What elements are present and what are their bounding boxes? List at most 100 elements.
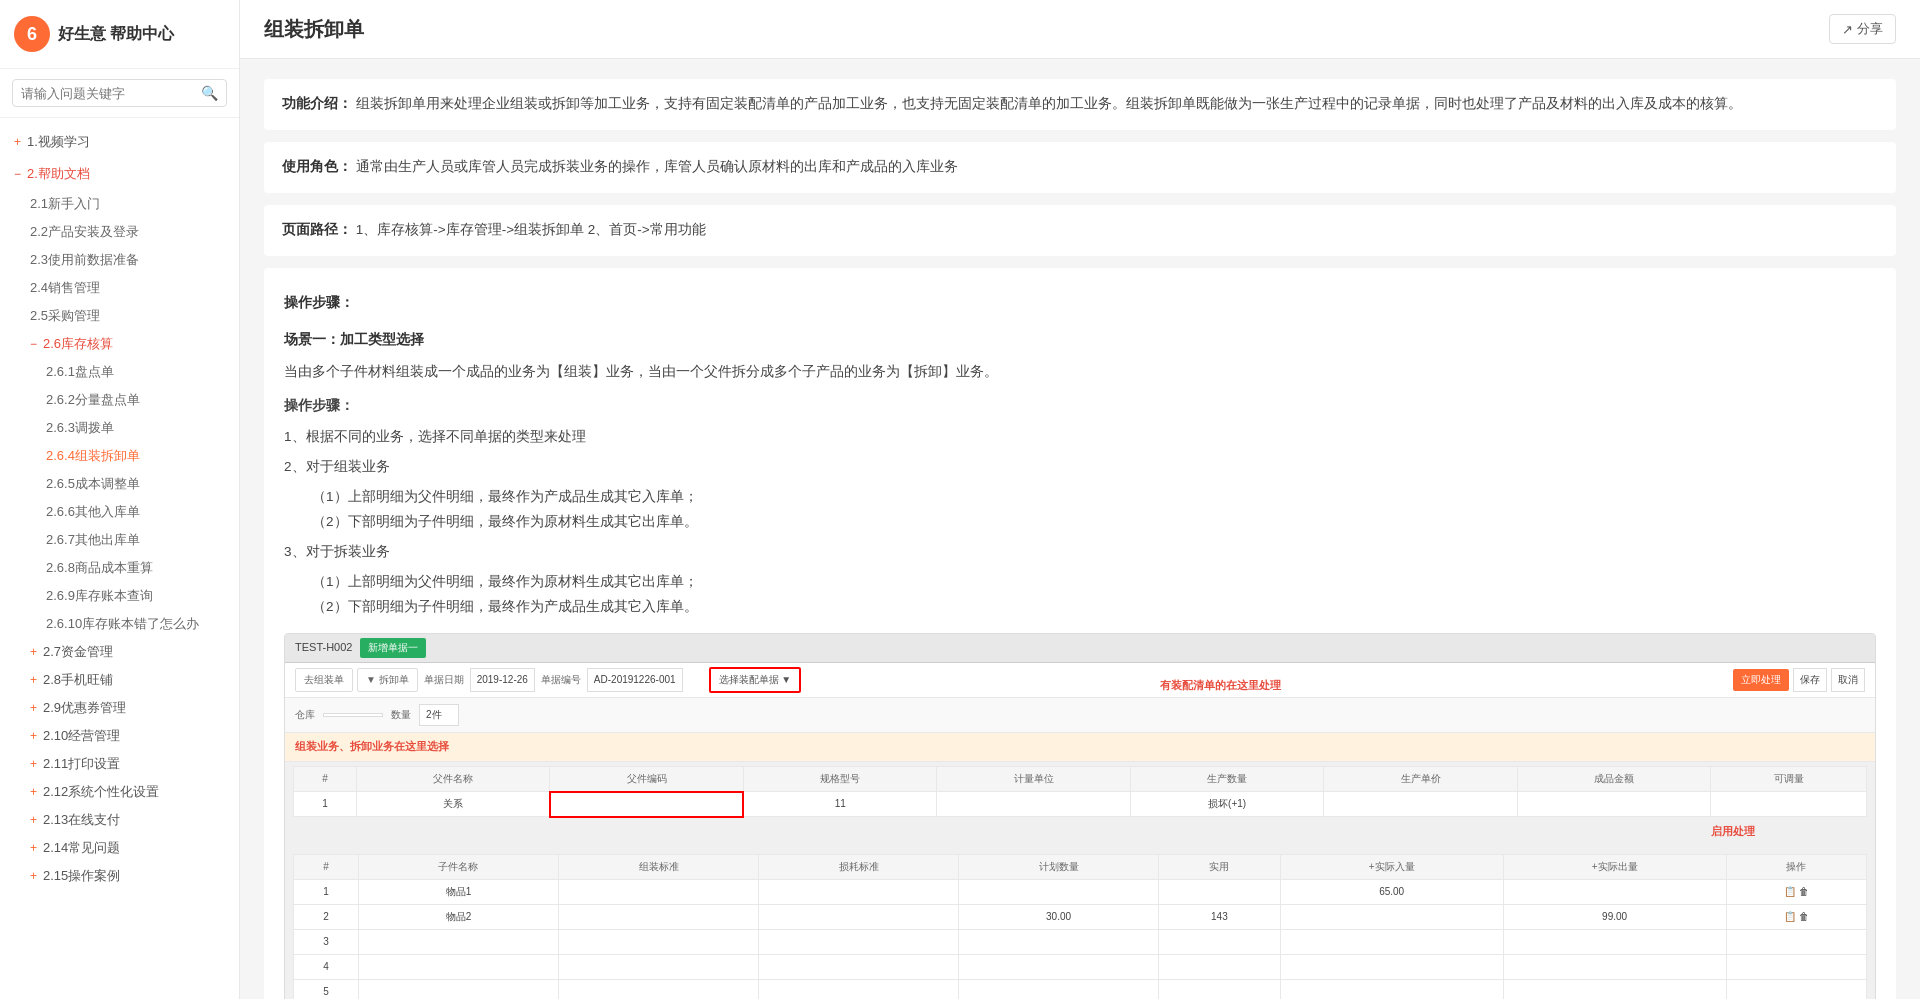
sidebar-item-wrong[interactable]: 2.6.10库存账本错了怎么办 xyxy=(32,610,239,638)
sidebar-item-mobile[interactable]: + 2.8手机旺铺 xyxy=(16,666,239,694)
screenshot-new-btn: 新增单据一 xyxy=(360,638,426,658)
sidebar-item-data[interactable]: 2.3使用前数据准备 xyxy=(16,246,239,274)
step-3-sub1: （1）上部明细为父件明细，最终作为原材料生成其它出库单； xyxy=(312,570,1876,594)
cancel-screenshot: 取消 xyxy=(1831,668,1865,692)
sidebar-item-stocktake[interactable]: 2.6.1盘点单 xyxy=(32,358,239,386)
col-amount: 成品金额 xyxy=(1517,766,1711,792)
main-header: 组装拆卸单 ↗ 分享 xyxy=(240,0,1920,59)
billno-value-screenshot: AD-20191226-001 xyxy=(587,668,683,692)
sidebar-item-sales[interactable]: 2.4销售管理 xyxy=(16,274,239,302)
sidebar-item-purchase[interactable]: 2.5采购管理 xyxy=(16,302,239,330)
step-2-sub1: （1）上部明细为父件明细，最终作为产成品生成其它入库单； xyxy=(312,485,1876,509)
search-area: 🔍 xyxy=(0,69,239,118)
col-parent-name: 父件名称 xyxy=(356,766,550,792)
btn-extra: ▼ 拆卸单 xyxy=(357,668,418,692)
col-avail: 可调量 xyxy=(1711,766,1867,792)
sidebar-item-split[interactable]: 2.6.2分量盘点单 xyxy=(32,386,239,414)
sidebar-item-online[interactable]: + 2.13在线支付 xyxy=(16,806,239,834)
logo-area: 6 好生意 帮助中心 xyxy=(0,0,239,69)
content-area: 功能介绍： 组装拆卸单用来处理企业组装或拆卸等加工业务，支持有固定装配清单的产品… xyxy=(240,59,1920,999)
plus-icon-faq: + xyxy=(30,841,37,855)
page-title: 组装拆卸单 xyxy=(264,16,364,43)
logo-icon: 6 xyxy=(14,16,50,52)
intro-text: 组装拆卸单用来处理企业组装或拆卸等加工业务，支持有固定装配清单的产品加工业务，也… xyxy=(356,96,1742,111)
sub-field1: 仓库 xyxy=(295,706,315,724)
minus-icon: − xyxy=(14,167,21,181)
sub-field2: 数量 xyxy=(391,706,411,724)
step-list: 1、根据不同的业务，选择不同单据的类型来处理 2、对于组装业务 （1）上部明细为… xyxy=(284,425,1876,619)
highlighted-cell xyxy=(550,792,744,817)
sidebar-item-assembly[interactable]: 2.6.4组装拆卸单 xyxy=(32,442,239,470)
col-spec: 规格型号 xyxy=(743,766,937,792)
step-2-sub2: （2）下部明细为子件明细，最终作为原材料生成其它出库单。 xyxy=(312,510,1876,534)
path-label: 页面路径： xyxy=(282,222,352,237)
search-input[interactable] xyxy=(21,86,201,101)
intro-card: 功能介绍： 组装拆卸单用来处理企业组装或拆卸等加工业务，支持有固定装配清单的产品… xyxy=(264,79,1896,130)
bottom-table: # 子件名称 组装标准 损耗标准 计划数量 实用 +实际入量 +实际出量 操作 xyxy=(293,854,1867,999)
sidebar-item-faq[interactable]: + 2.14常见问题 xyxy=(16,834,239,862)
col-parent-code: 父件编码 xyxy=(550,766,744,792)
col-unit: 计量单位 xyxy=(937,766,1131,792)
annotation-area: 启用处理 xyxy=(285,822,1875,852)
sidebar-item-inventory[interactable]: − 2.6库存核算 xyxy=(16,330,239,358)
minus-icon-inventory: − xyxy=(30,337,37,351)
sidebar-item-docs-label[interactable]: − 2.帮助文档 xyxy=(0,158,239,190)
date-label-screenshot: 单据日期 xyxy=(424,671,464,689)
bottom-row-1: 1物品165.00📋 🗑 xyxy=(294,879,1867,904)
share-icon: ↗ xyxy=(1842,22,1853,37)
sidebar-item-finance[interactable]: + 2.7资金管理 xyxy=(16,638,239,666)
annotation-ops: 组装业务、拆卸业务在这里选择 xyxy=(295,737,449,757)
save-screenshot: 保存 xyxy=(1793,668,1827,692)
sidebar-item-print[interactable]: + 2.11打印设置 xyxy=(16,750,239,778)
role-text: 通常由生产人员或库管人员完成拆装业务的操作，库管人员确认原材料的出库和产成品的入… xyxy=(356,159,958,174)
sidebar-item-custom[interactable]: + 2.12系统个性化设置 xyxy=(16,778,239,806)
sidebar-item-adjust[interactable]: 2.6.3调拨单 xyxy=(32,414,239,442)
intro-label: 功能介绍： xyxy=(282,96,352,111)
top-table: # 父件名称 父件编码 规格型号 计量单位 生产数量 生产单价 成品金额 可调量 xyxy=(293,766,1867,818)
sidebar-item-coupon[interactable]: + 2.9优惠券管理 xyxy=(16,694,239,722)
sidebar-item-video-label[interactable]: + 1.视频学习 xyxy=(0,126,239,158)
plus-icon-print: + xyxy=(30,757,37,771)
plus-icon: + xyxy=(14,135,21,149)
sidebar-item-goodscost[interactable]: 2.6.8商品成本重算 xyxy=(32,554,239,582)
billno-label-screenshot: 单据编号 xyxy=(541,671,581,689)
nav-tree: + 1.视频学习 − 2.帮助文档 2.1新手入门 2.2产品安装及登录 2.3… xyxy=(0,118,239,999)
search-box: 🔍 xyxy=(12,79,227,107)
col-num: # xyxy=(294,766,357,792)
sidebar-item-video[interactable]: + 1.视频学习 xyxy=(0,126,239,158)
plus-icon-custom: + xyxy=(30,785,37,799)
sidebar: 6 好生意 帮助中心 🔍 + 1.视频学习 − 2.帮助文档 2.1新手入门 2… xyxy=(0,0,240,999)
nav-sub-inventory: 2.6.1盘点单 2.6.2分量盘点单 2.6.3调拨单 2.6.4组装拆卸单 … xyxy=(16,358,239,638)
plus-icon-finance: + xyxy=(30,645,37,659)
bottom-row-3: 3 xyxy=(294,929,1867,954)
sidebar-item-cost[interactable]: 2.6.5成本调整单 xyxy=(32,470,239,498)
screenshot-company: TEST-H002 xyxy=(295,638,352,658)
role-card: 使用角色： 通常由生产人员或库管人员完成拆装业务的操作，库管人员确认原材料的出库… xyxy=(264,142,1896,193)
bottom-row-4: 4 xyxy=(294,954,1867,979)
sidebar-item-checkbook[interactable]: 2.6.9库存账本查询 xyxy=(32,582,239,610)
plus-icon-ops: + xyxy=(30,729,37,743)
logo-text: 好生意 帮助中心 xyxy=(58,24,174,45)
step-1: 1、根据不同的业务，选择不同单据的类型来处理 xyxy=(284,425,1876,449)
sidebar-item-new[interactable]: 2.1新手入门 xyxy=(16,190,239,218)
sidebar-item-otherin[interactable]: 2.6.6其他入库单 xyxy=(32,498,239,526)
sub-field1-val xyxy=(323,713,383,717)
path-card: 页面路径： 1、库存核算->库存管理->组装拆卸单 2、首页->常用功能 xyxy=(264,205,1896,256)
step-3-sub2: （2）下部明细为子件明细，最终作为产成品生成其它入库单。 xyxy=(312,595,1876,619)
path-text: 1、库存核算->库存管理->组装拆卸单 2、首页->常用功能 xyxy=(356,222,706,237)
sidebar-item-ops[interactable]: + 2.10经营管理 xyxy=(16,722,239,750)
plus-icon-online: + xyxy=(30,813,37,827)
sidebar-item-install[interactable]: 2.2产品安装及登录 xyxy=(16,218,239,246)
operations-block: 操作步骤： 场景一：加工类型选择 当由多个子件材料组装成一个成品的业务为【组装】… xyxy=(264,268,1896,999)
sidebar-item-otherout[interactable]: 2.6.7其他出库单 xyxy=(32,526,239,554)
table-row: 1 关系 11 损坏(+1) xyxy=(294,792,1867,817)
sidebar-item-inventory-label[interactable]: − 2.6库存核算 xyxy=(16,330,239,358)
btn-zuzhenzhuang: 去组装单 xyxy=(295,668,353,692)
annotation-process: 启用处理 xyxy=(1711,822,1755,842)
share-button[interactable]: ↗ 分享 xyxy=(1829,14,1896,44)
sidebar-item-docs[interactable]: − 2.帮助文档 xyxy=(0,158,239,190)
search-icon[interactable]: 🔍 xyxy=(201,85,218,101)
sidebar-item-cases[interactable]: + 2.15操作案例 xyxy=(16,862,239,890)
annotation-assembly: 有装配清单的在这里处理 xyxy=(1160,676,1281,696)
step-2: 2、对于组装业务 xyxy=(284,455,1876,479)
